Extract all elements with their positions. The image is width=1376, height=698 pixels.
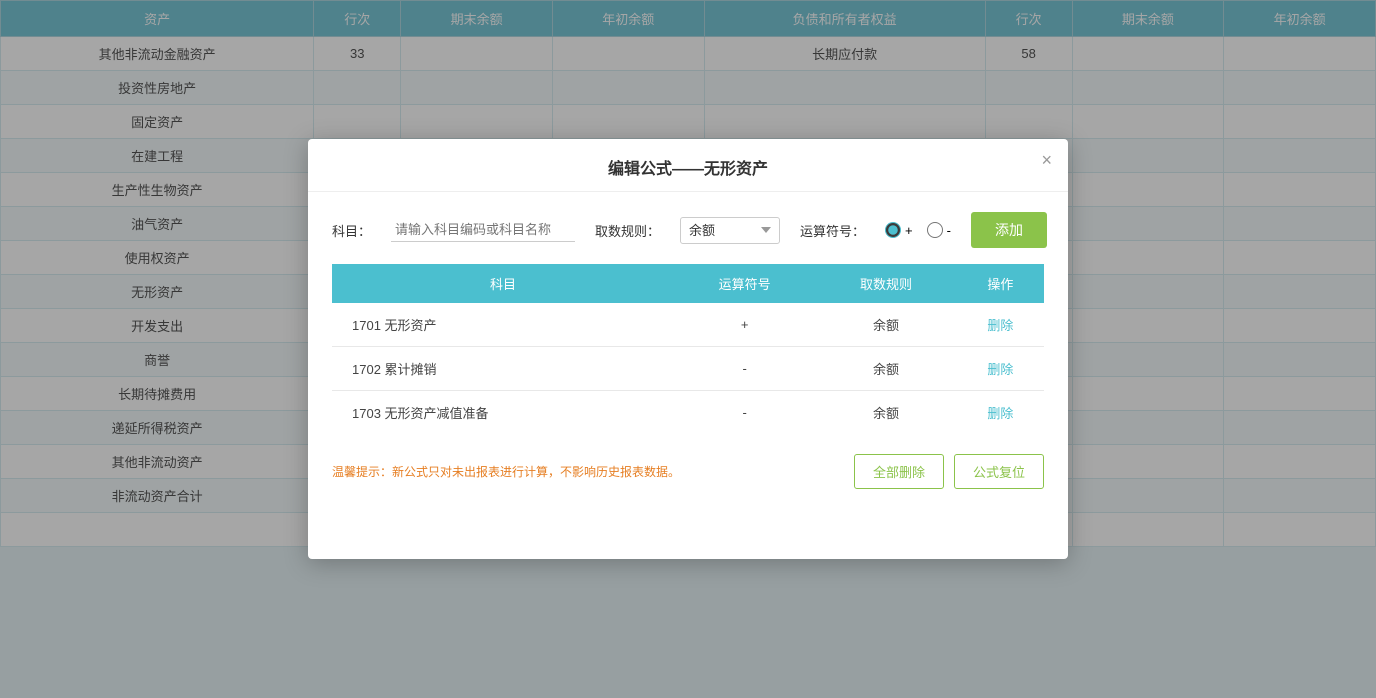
cell-action: 删除	[957, 347, 1044, 391]
operator-minus-radio[interactable]	[927, 222, 943, 238]
table-row: 1701 无形资产+余额 删除	[332, 303, 1044, 347]
rule-label: 取数规则：	[595, 221, 660, 240]
cell-subject: 1701 无形资产	[332, 303, 674, 347]
subject-input[interactable]	[391, 218, 575, 242]
col-rule: 取数规则	[815, 264, 956, 303]
reset-formula-button[interactable]: 公式复位	[954, 454, 1044, 489]
operator-radio-group: + -	[885, 222, 951, 238]
col-operator: 运算符号	[674, 264, 815, 303]
cell-rule: 余额	[815, 347, 956, 391]
rule-select-wrap: 余额 借方发生额 贷方发生额	[680, 217, 780, 244]
rule-select[interactable]: 余额 借方发生额 贷方发生额	[680, 217, 780, 244]
modal-overlay: 编辑公式——无形资产 × 科目： 取数规则： 余额 借方发生额 贷方发生额 运算…	[0, 0, 1376, 698]
modal-header: 编辑公式——无形资产 ×	[308, 139, 1068, 192]
delete-row-button[interactable]: 删除	[987, 406, 1013, 421]
cell-operator: -	[674, 347, 815, 391]
modal-close-button[interactable]: ×	[1041, 151, 1052, 169]
col-subject: 科目	[332, 264, 674, 303]
cell-rule: 余额	[815, 391, 956, 435]
footer-buttons: 全部删除 公式复位	[854, 454, 1044, 489]
subject-label: 科目：	[332, 221, 371, 240]
cell-operator: +	[674, 303, 815, 347]
operator-plus-label[interactable]: +	[885, 222, 913, 238]
operator-plus-radio[interactable]	[885, 222, 901, 238]
operator-plus-text: +	[905, 223, 913, 238]
modal-dialog: 编辑公式——无形资产 × 科目： 取数规则： 余额 借方发生额 贷方发生额 运算…	[308, 139, 1068, 559]
cell-rule: 余额	[815, 303, 956, 347]
cell-subject: 1702 累计摊销	[332, 347, 674, 391]
operator-label: 运算符号：	[800, 221, 865, 240]
data-table-wrap: 科目 运算符号 取数规则 操作 1701 无形资产+余额删除1702 累计摊销-…	[308, 264, 1068, 434]
operator-minus-label[interactable]: -	[927, 222, 951, 238]
modal-title: 编辑公式——无形资产	[608, 161, 768, 178]
cell-action: 删除	[957, 391, 1044, 435]
cell-operator: -	[674, 391, 815, 435]
formula-table: 科目 运算符号 取数规则 操作 1701 无形资产+余额删除1702 累计摊销-…	[332, 264, 1044, 434]
col-action: 操作	[957, 264, 1044, 303]
delete-all-button[interactable]: 全部删除	[854, 454, 944, 489]
delete-row-button[interactable]: 删除	[987, 318, 1013, 333]
cell-subject: 1703 无形资产减值准备	[332, 391, 674, 435]
table-row: 1703 无形资产减值准备-余额 删除	[332, 391, 1044, 435]
tip-text: 温馨提示：新公式只对未出报表进行计算，不影响历史报表数据。	[332, 463, 680, 480]
cell-action: 删除	[957, 303, 1044, 347]
form-row: 科目： 取数规则： 余额 借方发生额 贷方发生额 运算符号： + -	[308, 192, 1068, 264]
operator-minus-text: -	[947, 223, 951, 238]
modal-footer: 温馨提示：新公式只对未出报表进行计算，不影响历史报表数据。 全部删除 公式复位	[308, 434, 1068, 489]
add-button[interactable]: 添加	[971, 212, 1047, 248]
delete-row-button[interactable]: 删除	[987, 362, 1013, 377]
table-row: 1702 累计摊销-余额 删除	[332, 347, 1044, 391]
